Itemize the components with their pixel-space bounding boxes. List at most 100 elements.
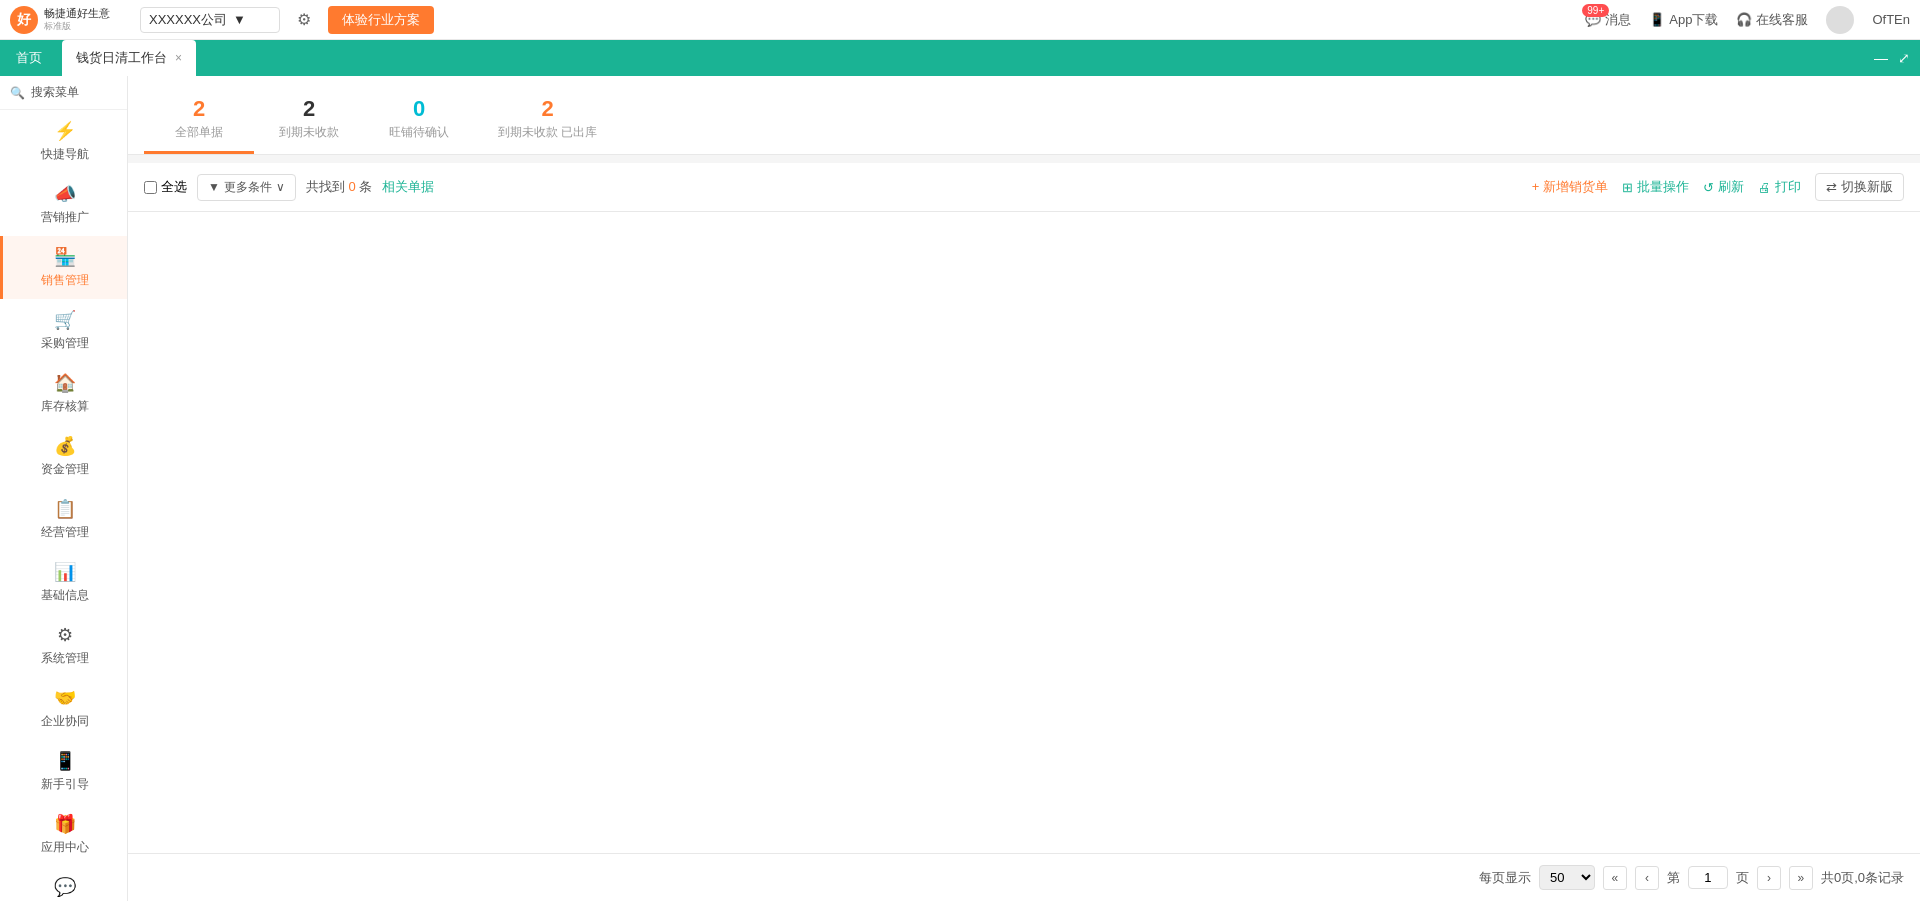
batch-operation-button[interactable]: ⊞ 批量操作 <box>1622 178 1689 196</box>
purchase-mgmt-icon: 🛒 <box>54 309 76 331</box>
sidebar-item-marketing[interactable]: 📣 营销推广 <box>0 173 127 236</box>
sidebar-item-label: 营销推广 <box>41 209 89 226</box>
logo-title: 畅捷通好生意 <box>44 6 110 20</box>
message-badge: 99+ <box>1582 4 1609 17</box>
sidebar-item-wechat-work[interactable]: 💬 企业微信 <box>0 866 127 901</box>
sidebar-item-system[interactable]: ⚙ 系统管理 <box>0 614 127 677</box>
sidebar-item-purchase-mgmt[interactable]: 🛒 采购管理 <box>0 299 127 362</box>
company-name: XXXXXX公司 <box>149 11 227 29</box>
stat-tab-all[interactable]: 2 全部单据 <box>144 88 254 154</box>
finance-icon: 💰 <box>54 435 76 457</box>
header-left: 好 畅捷通好生意 标准版 XXXXXX公司 ▼ ⚙ 体验行业方案 <box>10 6 434 34</box>
found-text: 共找到 0 条 <box>306 178 372 196</box>
expand-icon[interactable]: ⤢ <box>1898 50 1910 66</box>
last-page-button[interactable]: » <box>1789 866 1813 890</box>
prev-page-icon: ‹ <box>1645 871 1649 885</box>
app-download-button[interactable]: 📱 App下载 <box>1649 11 1718 29</box>
collapse-icon[interactable]: — <box>1874 50 1888 66</box>
system-icon: ⚙ <box>57 624 73 646</box>
select-all-label[interactable]: 全选 <box>144 178 187 196</box>
filter-chevron-icon: ∨ <box>276 180 285 194</box>
stat-count-shipped: 2 <box>542 96 554 122</box>
sidebar-item-app-center[interactable]: 🎁 应用中心 <box>0 803 127 866</box>
search-menu-label: 搜索菜单 <box>31 84 79 101</box>
refresh-button[interactable]: ↺ 刷新 <box>1703 178 1744 196</box>
logo-area: 好 畅捷通好生意 标准版 <box>10 6 130 34</box>
app-download-label: App下载 <box>1669 11 1718 29</box>
select-all-checkbox[interactable] <box>144 181 157 194</box>
stat-count-overdue: 2 <box>303 96 315 122</box>
stat-label-all: 全部单据 <box>175 124 223 141</box>
company-selector[interactable]: XXXXXX公司 ▼ <box>140 7 280 33</box>
tab-home[interactable]: 首页 <box>0 40 58 76</box>
tab-work-station[interactable]: 钱货日清工作台 × <box>62 40 196 76</box>
per-page-select[interactable]: 50 20 100 <box>1539 865 1595 890</box>
content-area: 2 全部单据 2 到期未收款 0 旺铺待确认 2 到期未收款 已出库 全选 ▼ … <box>128 76 1920 901</box>
operations-icon: 📋 <box>54 498 76 520</box>
related-records-link[interactable]: 相关单据 <box>382 178 434 196</box>
sidebar-item-guide[interactable]: 📱 新手引导 <box>0 740 127 803</box>
stat-tab-shipped[interactable]: 2 到期未收款 已出库 <box>474 88 621 154</box>
tab-bar: 首页 钱货日清工作台 × — ⤢ <box>0 40 1920 76</box>
table-area <box>128 212 1920 853</box>
main-layout: 🔍 搜索菜单 ⚡ 快捷导航 📣 营销推广 🏪 销售管理 🛒 采购管理 🏠 库存核… <box>0 76 1920 901</box>
cooperation-icon: 🤝 <box>54 687 76 709</box>
batch-icon: ⊞ <box>1622 180 1633 195</box>
header-right: 💬 99+ 消息 📱 App下载 🎧 在线客服 OfTEn <box>1585 6 1910 34</box>
refresh-icon: ↺ <box>1703 180 1714 195</box>
message-icon-wrap: 💬 99+ <box>1585 12 1601 27</box>
inventory-icon: 🏠 <box>54 372 76 394</box>
sidebar-item-finance[interactable]: 💰 资金管理 <box>0 425 127 488</box>
online-service-button[interactable]: 🎧 在线客服 <box>1736 11 1808 29</box>
stats-tabs: 2 全部单据 2 到期未收款 0 旺铺待确认 2 到期未收款 已出库 <box>128 76 1920 155</box>
online-service-label: 在线客服 <box>1756 11 1808 29</box>
sidebar-item-sales-mgmt[interactable]: 🏪 销售管理 <box>0 236 127 299</box>
stat-count-all: 2 <box>193 96 205 122</box>
per-page-label: 每页显示 <box>1479 869 1531 887</box>
switch-version-button[interactable]: ⇄ 切换新版 <box>1815 173 1904 201</box>
first-page-button[interactable]: « <box>1603 866 1627 890</box>
sidebar-item-label: 系统管理 <box>41 650 89 667</box>
found-unit: 条 <box>359 179 372 194</box>
more-filter-button[interactable]: ▼ 更多条件 ∨ <box>197 174 296 201</box>
sidebar-item-quick-nav[interactable]: ⚡ 快捷导航 <box>0 110 127 173</box>
avatar[interactable] <box>1826 6 1854 34</box>
page-input[interactable] <box>1688 866 1728 889</box>
sidebar-items-list: ⚡ 快捷导航 📣 营销推广 🏪 销售管理 🛒 采购管理 🏠 库存核算 💰 资金管… <box>0 110 127 901</box>
sidebar-item-label: 基础信息 <box>41 587 89 604</box>
username-display[interactable]: OfTEn <box>1872 12 1910 27</box>
tab-bar-actions: — ⤢ <box>1874 50 1920 66</box>
switch-label: 切换新版 <box>1841 178 1893 196</box>
search-icon: 🔍 <box>10 86 25 100</box>
settings-button[interactable]: ⚙ <box>290 6 318 34</box>
stat-label-overdue: 到期未收款 <box>279 124 339 141</box>
more-filter-label: 更多条件 <box>224 179 272 196</box>
stat-tab-pending[interactable]: 0 旺铺待确认 <box>364 88 474 154</box>
first-page-icon: « <box>1612 871 1619 885</box>
add-sales-order-button[interactable]: + 新增销货单 <box>1532 178 1608 196</box>
select-all-text: 全选 <box>161 178 187 196</box>
refresh-label: 刷新 <box>1718 178 1744 196</box>
search-menu-button[interactable]: 🔍 搜索菜单 <box>0 76 127 110</box>
experience-btn[interactable]: 体验行业方案 <box>328 6 434 34</box>
stat-count-pending: 0 <box>413 96 425 122</box>
print-icon: 🖨 <box>1758 180 1771 195</box>
quick-nav-icon: ⚡ <box>54 120 76 142</box>
stat-tab-overdue[interactable]: 2 到期未收款 <box>254 88 364 154</box>
toolbar: 全选 ▼ 更多条件 ∨ 共找到 0 条 相关单据 + 新增销货单 ⊞ 批量操作 <box>128 163 1920 212</box>
print-button[interactable]: 🖨 打印 <box>1758 178 1801 196</box>
tab-close-icon[interactable]: × <box>175 51 182 65</box>
sidebar-item-operations[interactable]: 📋 经营管理 <box>0 488 127 551</box>
message-label: 消息 <box>1605 11 1631 29</box>
prev-page-button[interactable]: ‹ <box>1635 866 1659 890</box>
message-button[interactable]: 💬 99+ 消息 <box>1585 11 1631 29</box>
sidebar-item-basic-info[interactable]: 📊 基础信息 <box>0 551 127 614</box>
sidebar-item-inventory[interactable]: 🏠 库存核算 <box>0 362 127 425</box>
sidebar-item-cooperation[interactable]: 🤝 企业协同 <box>0 677 127 740</box>
guide-icon: 📱 <box>54 750 76 772</box>
stats-tabs-container: 2 全部单据 2 到期未收款 0 旺铺待确认 2 到期未收款 已出库 <box>144 88 621 154</box>
next-page-button[interactable]: › <box>1757 866 1781 890</box>
sidebar-item-label: 经营管理 <box>41 524 89 541</box>
sales-mgmt-icon: 🏪 <box>54 246 76 268</box>
app-download-icon: 📱 <box>1649 12 1665 27</box>
